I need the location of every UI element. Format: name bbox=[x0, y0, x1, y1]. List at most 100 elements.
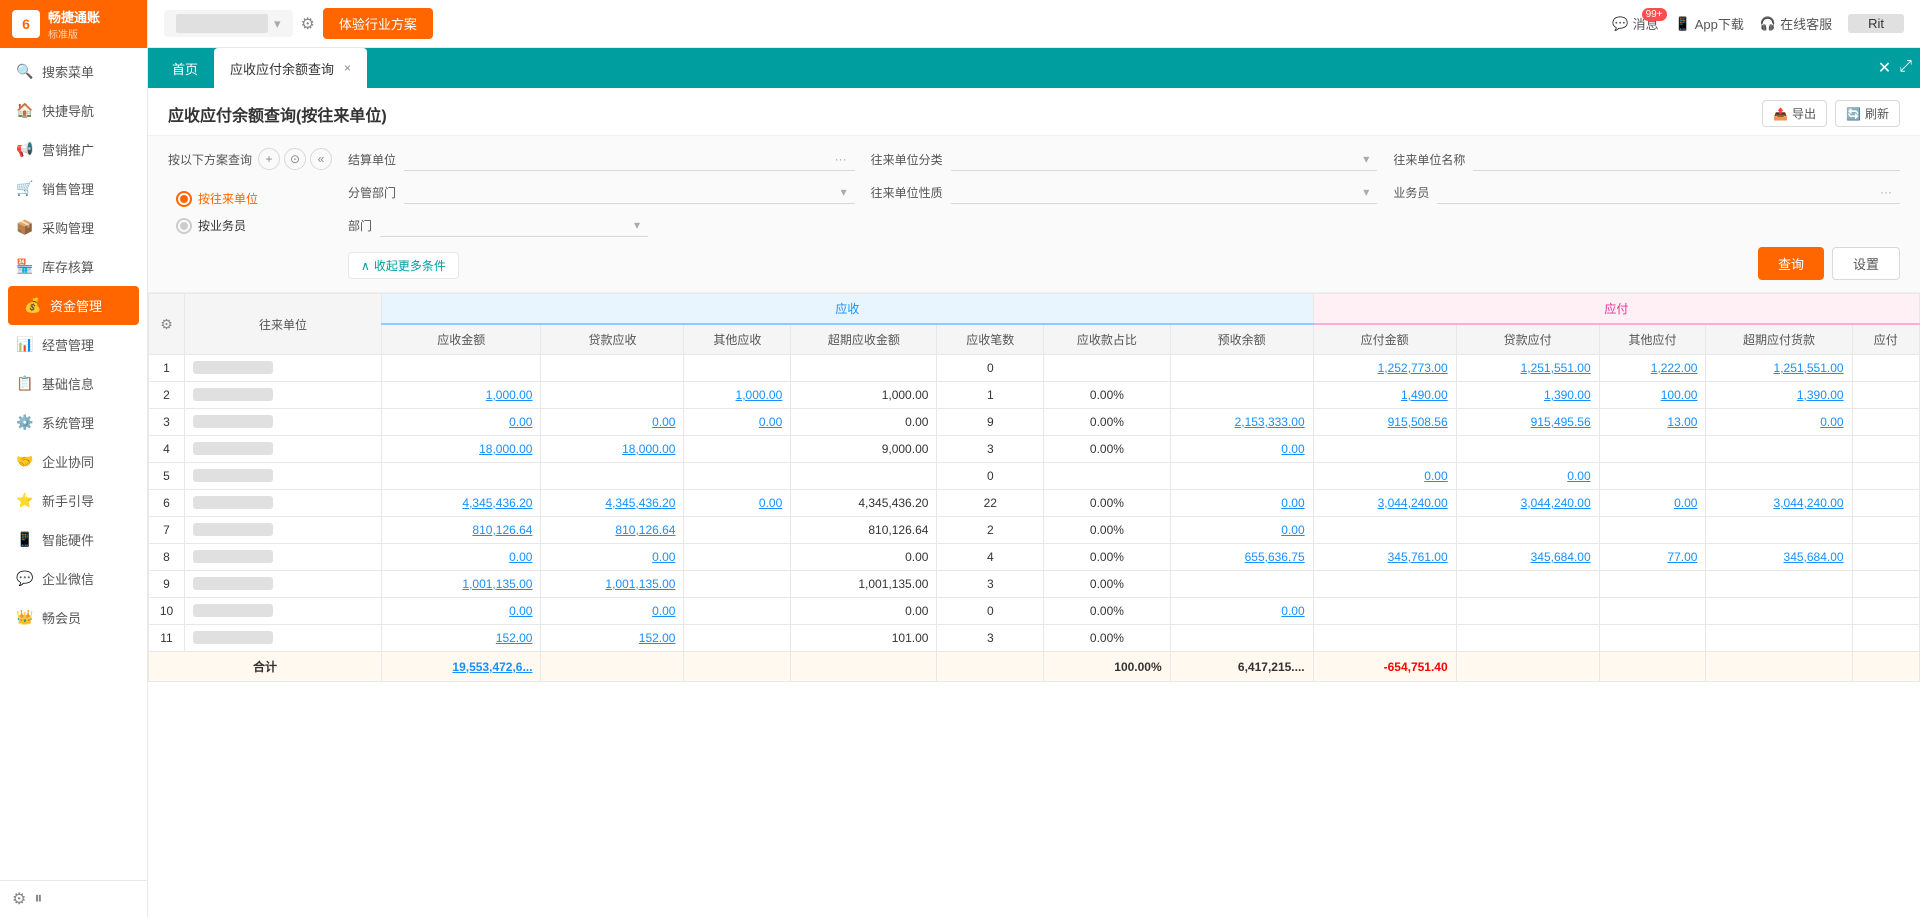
table-settings-icon[interactable]: ⚙ bbox=[160, 316, 173, 332]
export-icon: 📤 bbox=[1773, 107, 1788, 121]
purchase-icon: 📦 bbox=[16, 219, 34, 236]
cell-no: 9 bbox=[149, 571, 185, 598]
sidebar-item-system[interactable]: ⚙️ 系统管理 bbox=[0, 403, 147, 442]
salesperson-input[interactable]: ··· bbox=[1437, 181, 1900, 204]
scheme-active-dot bbox=[176, 191, 192, 207]
settings-footer-icon[interactable]: ⚙ bbox=[12, 889, 26, 909]
table-row: 6 4,345,436.204,345,436.200.004,345,436.… bbox=[149, 490, 1920, 517]
dept-main-label: 分管部门 bbox=[348, 184, 396, 201]
unit-category-input[interactable]: ▾ bbox=[951, 148, 1378, 171]
online-service-button[interactable]: 🎧 在线客服 bbox=[1760, 14, 1832, 33]
tab-close-icon[interactable]: × bbox=[344, 61, 351, 75]
total-ap-other bbox=[1599, 652, 1706, 682]
page-title: 应收应付余额查询(按往来单位) bbox=[168, 102, 387, 126]
home-tab-label: 首页 bbox=[172, 59, 198, 78]
inventory-icon: 🏪 bbox=[16, 258, 34, 275]
sidebar-item-purchase[interactable]: 📦 采购管理 bbox=[0, 208, 147, 247]
sidebar-item-member[interactable]: 👑 畅会员 bbox=[0, 598, 147, 637]
sidebar-item-finance[interactable]: 💰 资金管理 bbox=[8, 286, 139, 325]
sidebar-item-marketing[interactable]: 📢 营销推广 bbox=[0, 130, 147, 169]
total-ap-overdue bbox=[1706, 652, 1852, 682]
sidebar-item-quick-nav[interactable]: 🏠 快捷导航 bbox=[0, 91, 147, 130]
th-ar-loan: 贷款应收 bbox=[541, 324, 684, 355]
cell-partner bbox=[185, 517, 382, 544]
scheme-selector: 按以下方案查询 + ⊙ « 按往来单位 bbox=[168, 148, 332, 280]
total-ar-overdue bbox=[791, 652, 937, 682]
th-ap-other: 其他应付 bbox=[1599, 324, 1706, 355]
sidebar-item-search-menu[interactable]: 🔍 搜索菜单 bbox=[0, 52, 147, 91]
sidebar-item-corp-collab[interactable]: 🤝 企业协同 bbox=[0, 442, 147, 481]
messages-button[interactable]: 💬 消息 99+ bbox=[1612, 14, 1658, 33]
sidebar-item-newbie[interactable]: ⭐ 新手引导 bbox=[0, 481, 147, 520]
cell-partner bbox=[185, 544, 382, 571]
export-button[interactable]: 📤 导出 bbox=[1762, 100, 1827, 127]
search-menu-icon: 🔍 bbox=[16, 63, 34, 80]
user-info-area[interactable]: Rit bbox=[1848, 14, 1904, 33]
sidebar-item-basic-info[interactable]: 📋 基础信息 bbox=[0, 364, 147, 403]
dept-main-arrow: ▾ bbox=[841, 185, 847, 199]
finance-icon: 💰 bbox=[24, 297, 42, 314]
add-scheme-button[interactable]: + bbox=[258, 148, 280, 170]
app-download-button[interactable]: 📱 App下载 bbox=[1675, 14, 1744, 33]
setting-button[interactable]: 设置 bbox=[1832, 247, 1900, 280]
total-ap-amount: -654,751.40 bbox=[1313, 652, 1456, 682]
system-icon: ⚙️ bbox=[16, 414, 34, 431]
online-service-label: 在线客服 bbox=[1780, 14, 1832, 33]
table-row: 10 0.000.000.0000.00%0.00 bbox=[149, 598, 1920, 625]
field-unit-category: 往来单位分类 ▾ bbox=[871, 148, 1378, 171]
collapse-sidebar-icon[interactable]: ⏸ bbox=[34, 890, 42, 908]
wechat-icon: 💬 bbox=[16, 570, 34, 587]
th-ar-amount: 应收金额 bbox=[382, 324, 541, 355]
window-close-icon[interactable]: ✕ bbox=[1878, 58, 1891, 78]
header-gear-icon[interactable]: ⚙ bbox=[301, 14, 315, 34]
total-ar-ratio: 100.00% bbox=[1044, 652, 1170, 682]
table-row: 1 01,252,773.001,251,551.001,222.001,251… bbox=[149, 355, 1920, 382]
scheme-item-by-unit[interactable]: 按往来单位 bbox=[168, 186, 332, 211]
sidebar-footer: ⚙ ⏸ bbox=[0, 880, 147, 917]
refresh-button[interactable]: 🔄 刷新 bbox=[1835, 100, 1900, 127]
data-table-area: ⚙ 往来单位 应收 应付 应收金额 贷款应收 其他应收 超期应收金额 应收笔数 … bbox=[148, 293, 1920, 917]
cell-no: 10 bbox=[149, 598, 185, 625]
settlement-unit-input[interactable]: ··· bbox=[404, 148, 855, 171]
edit-scheme-button[interactable]: ⊙ bbox=[284, 148, 306, 170]
sidebar-item-smart-hw[interactable]: 📱 智能硬件 bbox=[0, 520, 147, 559]
marketing-icon: 📢 bbox=[16, 141, 34, 158]
table-row: 3 0.000.000.000.0090.00%2,153,333.00915,… bbox=[149, 409, 1920, 436]
unit-nature-input[interactable]: ▾ bbox=[951, 181, 1378, 204]
solution-button[interactable]: 体验行业方案 bbox=[323, 8, 433, 39]
sidebar-item-wechat[interactable]: 💬 企业微信 bbox=[0, 559, 147, 598]
collapse-conditions-button[interactable]: ∧ 收起更多条件 bbox=[348, 252, 459, 279]
th-ap-overdue: 超期应付货款 bbox=[1706, 324, 1852, 355]
newbie-icon: ⭐ bbox=[16, 492, 34, 509]
dept-input[interactable]: ▾ bbox=[380, 214, 648, 237]
total-ap-extra bbox=[1852, 652, 1919, 682]
dept-main-input[interactable]: ▾ bbox=[404, 181, 855, 204]
company-dropdown-icon: ▾ bbox=[274, 16, 281, 32]
top-header: ▾ ⚙ 体验行业方案 💬 消息 99+ 📱 App下载 🎧 在线客服 Rit bbox=[148, 0, 1920, 48]
scheme-by-staff-label: 按业务员 bbox=[198, 217, 246, 234]
company-selector[interactable]: ▾ bbox=[164, 10, 293, 37]
salesperson-label: 业务员 bbox=[1393, 184, 1429, 201]
total-prepay: 6,417,215.... bbox=[1170, 652, 1313, 682]
table-footer: 合计 19,553,472,6... 100.00% 6,417,215....… bbox=[149, 652, 1920, 682]
more-scheme-button[interactable]: « bbox=[310, 148, 332, 170]
th-ar-overdue: 超期应收金额 bbox=[791, 324, 937, 355]
sidebar-item-sales[interactable]: 🛒 销售管理 bbox=[0, 169, 147, 208]
th-ap-loan: 贷款应付 bbox=[1456, 324, 1599, 355]
tab-receivable-query[interactable]: 应收应付余额查询 × bbox=[214, 48, 367, 88]
scheme-item-by-staff[interactable]: 按业务员 bbox=[168, 213, 332, 238]
th-ar-count: 应收笔数 bbox=[937, 324, 1044, 355]
field-dept-main: 分管部门 ▾ bbox=[348, 181, 855, 204]
home-icon: 🏠 bbox=[16, 102, 34, 119]
breadcrumb: ▾ ⚙ 体验行业方案 bbox=[164, 8, 1600, 39]
cell-no: 2 bbox=[149, 382, 185, 409]
message-icon: 💬 bbox=[1612, 16, 1628, 32]
query-button[interactable]: 查询 bbox=[1758, 247, 1824, 280]
scheme-list: 按往来单位 按业务员 bbox=[168, 178, 332, 246]
unit-name-input[interactable] bbox=[1473, 148, 1900, 171]
sidebar-item-operation[interactable]: 📊 经营管理 bbox=[0, 325, 147, 364]
logo-icon: 6 bbox=[12, 10, 40, 38]
sidebar-item-inventory[interactable]: 🏪 库存核算 bbox=[0, 247, 147, 286]
window-expand-icon[interactable]: ⤢ bbox=[1899, 58, 1912, 78]
tab-home[interactable]: 首页 bbox=[156, 48, 214, 88]
